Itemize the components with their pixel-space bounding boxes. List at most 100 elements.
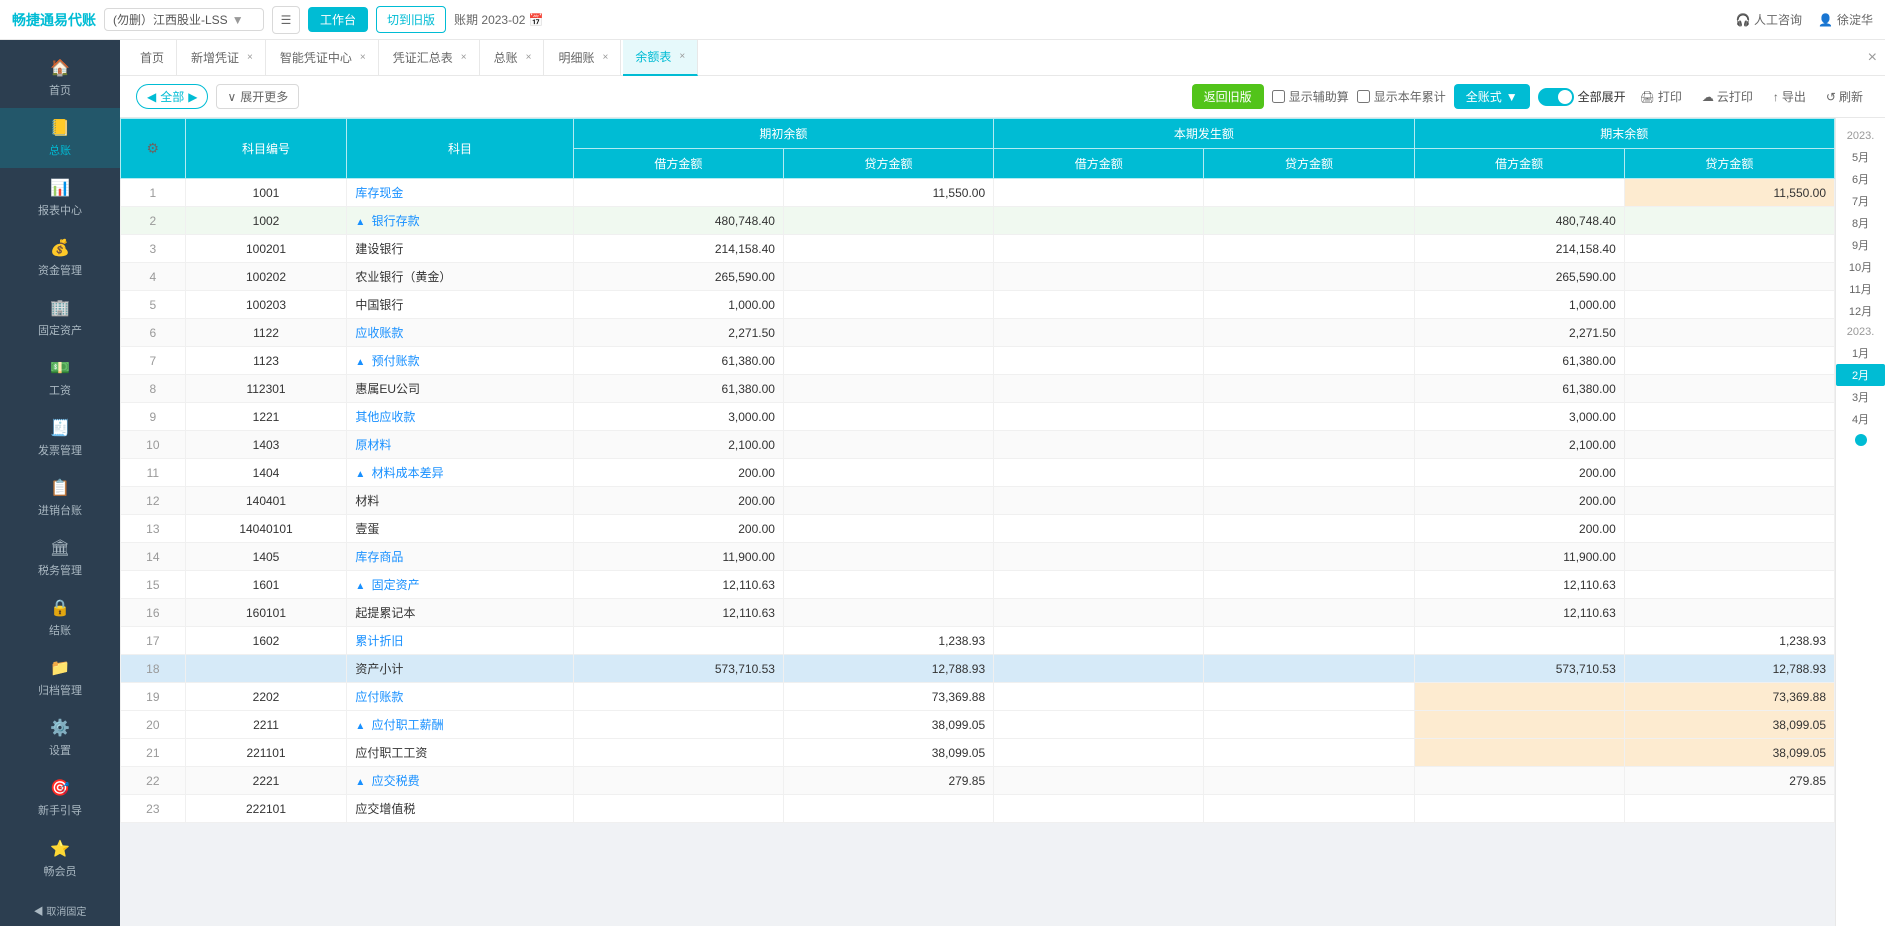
row-name[interactable]: ▲ 银行存款: [347, 207, 573, 235]
row-name[interactable]: 壹蛋: [347, 515, 573, 543]
row-code: 2221: [185, 767, 347, 795]
month-1[interactable]: 1月: [1852, 342, 1869, 364]
row-name[interactable]: 库存商品: [347, 543, 573, 571]
sidebar-item-asset-mgmt[interactable]: 💰 资金管理: [0, 228, 120, 288]
show-year-checkbox-label[interactable]: 显示本年累计: [1357, 88, 1446, 105]
close-voucher-summary[interactable]: ×: [461, 52, 467, 63]
close-ledger[interactable]: ×: [526, 52, 532, 63]
row-name[interactable]: 惠属EU公司: [347, 375, 573, 403]
sidebar-item-settings[interactable]: ⚙️ 设置: [0, 708, 120, 768]
month-6[interactable]: 6月: [1852, 168, 1869, 190]
col-settings-header[interactable]: ⚙: [121, 119, 186, 179]
expand-all-toggle[interactable]: 全部展开: [1538, 88, 1626, 106]
row-name[interactable]: ▲ 固定资产: [347, 571, 573, 599]
workbench-button[interactable]: 工作台: [308, 7, 368, 32]
sidebar-item-purchase[interactable]: 📋 进销台账: [0, 468, 120, 528]
tab-balance[interactable]: 余额表×: [623, 40, 698, 76]
row-name-label: 应付职工工资: [355, 746, 427, 760]
company-selector[interactable]: (勿删）江西股业-LSS ▼: [104, 8, 264, 31]
row-name[interactable]: ▲ 应交税费: [347, 767, 573, 795]
row-occur-credit: [1204, 627, 1414, 655]
sidebar-item-home[interactable]: 🏠 首页: [0, 48, 120, 108]
month-4[interactable]: 4月: [1852, 408, 1869, 430]
sidebar-item-salary[interactable]: 💵 工资: [0, 348, 120, 408]
export-button[interactable]: ↑ 导出: [1767, 85, 1812, 108]
row-begin-credit: [783, 207, 993, 235]
month-2[interactable]: 2月: [1836, 364, 1885, 386]
month-10[interactable]: 10月: [1849, 256, 1872, 278]
row-name[interactable]: 农业银行（黄金）: [347, 263, 573, 291]
company-icon-btn[interactable]: ☰: [272, 6, 300, 34]
sidebar-item-report[interactable]: 📊 报表中心: [0, 168, 120, 228]
table-row: 5 100203 中国银行 1,000.00 1,000.00: [121, 291, 1835, 319]
switch-version-button[interactable]: 切到旧版: [376, 6, 446, 33]
right-panel: 2023. 5月 6月 7月 8月 9月 10月 11月 12月 2023. 1…: [1835, 118, 1885, 926]
row-name[interactable]: ▲ 材料成本差异: [347, 459, 573, 487]
row-name[interactable]: ▲ 预付账款: [347, 347, 573, 375]
row-name[interactable]: 应付账款: [347, 683, 573, 711]
sidebar-item-member[interactable]: ⭐ 畅会员: [0, 829, 120, 895]
month-12[interactable]: 12月: [1849, 300, 1872, 322]
close-smart-voucher[interactable]: ×: [360, 52, 366, 63]
tab-voucher-summary[interactable]: 凭证汇总表×: [381, 40, 480, 76]
row-name[interactable]: 建设银行: [347, 235, 573, 263]
show-aux-checkbox[interactable]: [1272, 90, 1285, 103]
row-name[interactable]: 其他应收款: [347, 403, 573, 431]
sidebar-item-invoice[interactable]: 🧾 发票管理: [0, 408, 120, 468]
print-button[interactable]: 🖨 打印: [1634, 85, 1688, 108]
table-row: 1 1001 库存现金 11,550.00 11,550.00: [121, 179, 1835, 207]
tab-ledger[interactable]: 总账×: [482, 40, 545, 76]
row-name-label: 应交增值税: [355, 802, 415, 816]
month-11[interactable]: 11月: [1849, 278, 1871, 300]
close-new-voucher[interactable]: ×: [247, 52, 253, 63]
sidebar-item-tax[interactable]: 🏛 税务管理: [0, 528, 120, 588]
row-begin-credit: 73,369.88: [783, 683, 993, 711]
expand-more-button[interactable]: ∨ 展开更多: [216, 84, 299, 109]
row-name[interactable]: 材料: [347, 487, 573, 515]
row-name-label: 农业银行（黄金）: [355, 270, 451, 284]
row-name[interactable]: 应收账款: [347, 319, 573, 347]
return-old-version-button[interactable]: 返回旧版: [1192, 84, 1264, 109]
sidebar-item-fixed-asset[interactable]: 🏢 固定资产: [0, 288, 120, 348]
all-filter-button[interactable]: ◀ 全部 ▶: [136, 84, 208, 109]
archive-icon: 📁: [50, 658, 70, 678]
cloud-print-button[interactable]: ☁ 云打印: [1696, 85, 1759, 108]
row-begin-debit: 61,380.00: [573, 375, 783, 403]
expand-all-toggle-switch[interactable]: [1538, 88, 1574, 106]
close-detail[interactable]: ×: [602, 52, 608, 63]
row-name[interactable]: 应付职工工资: [347, 739, 573, 767]
show-year-checkbox[interactable]: [1357, 90, 1370, 103]
row-name[interactable]: 原材料: [347, 431, 573, 459]
show-aux-checkbox-label[interactable]: 显示辅助算: [1272, 88, 1349, 105]
close-all-tabs[interactable]: ×: [1868, 49, 1877, 67]
row-name[interactable]: 累计折旧: [347, 627, 573, 655]
close-balance[interactable]: ×: [679, 51, 685, 62]
sidebar-item-ledger[interactable]: 📒 总账: [0, 108, 120, 168]
month-9[interactable]: 9月: [1852, 234, 1869, 256]
table-row: 14 1405 库存商品 11,900.00 11,900.00: [121, 543, 1835, 571]
refresh-button[interactable]: ↺ 刷新: [1820, 85, 1869, 108]
tab-smart-voucher[interactable]: 智能凭证中心×: [268, 40, 379, 76]
settings-gear-icon[interactable]: ⚙: [147, 140, 160, 156]
row-name[interactable]: 中国银行: [347, 291, 573, 319]
unpin-button[interactable]: ◀ 取消固定: [34, 895, 87, 926]
row-begin-debit: [573, 683, 783, 711]
tab-home[interactable]: 首页: [128, 40, 177, 76]
row-name-label: 原材料: [355, 438, 391, 452]
row-name[interactable]: 库存现金: [347, 179, 573, 207]
row-name[interactable]: 应交增值税: [347, 795, 573, 823]
row-name[interactable]: 起提累记本: [347, 599, 573, 627]
consult-link[interactable]: 🎧 人工咨询: [1736, 11, 1802, 28]
month-7[interactable]: 7月: [1852, 190, 1869, 212]
row-name[interactable]: ▲ 应付职工薪酬: [347, 711, 573, 739]
month-5[interactable]: 5月: [1852, 146, 1869, 168]
sidebar-item-guide[interactable]: 🎯 新手引导: [0, 768, 120, 828]
sidebar-item-close[interactable]: 🔒 结账: [0, 588, 120, 648]
month-3[interactable]: 3月: [1852, 386, 1869, 408]
row-no: 14: [121, 543, 186, 571]
tab-detail[interactable]: 明细账×: [546, 40, 621, 76]
tab-new-voucher[interactable]: 新增凭证×: [179, 40, 266, 76]
month-8[interactable]: 8月: [1852, 212, 1869, 234]
sidebar-item-archive[interactable]: 📁 归档管理: [0, 648, 120, 708]
fullmode-button[interactable]: 全账式 ▼: [1454, 84, 1530, 109]
